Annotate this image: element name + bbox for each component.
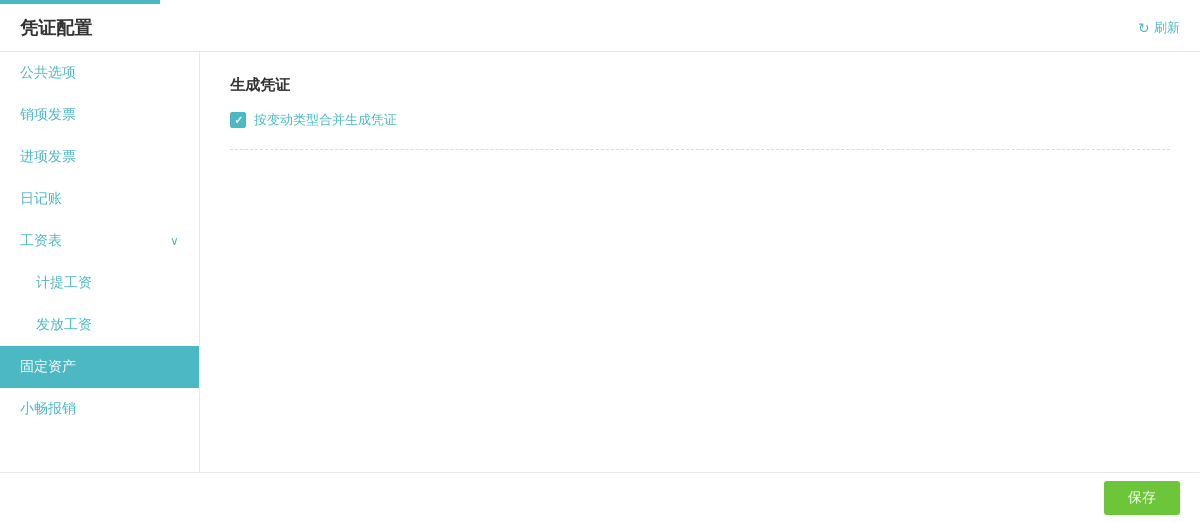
- sidebar-item-label: 公共选项: [20, 64, 76, 82]
- sidebar-item-label: 日记账: [20, 190, 62, 208]
- sidebar-item-journal[interactable]: 日记账: [0, 178, 199, 220]
- sidebar-item-label: 计提工资: [36, 274, 92, 292]
- top-progress-bar: [0, 0, 1200, 4]
- section-title: 生成凭证: [230, 76, 1170, 95]
- sidebar-item-label: 固定资产: [20, 358, 76, 376]
- sidebar-item-label: 工资表: [20, 232, 62, 250]
- chevron-down-icon: ∨: [170, 234, 179, 248]
- sidebar-item-sales-invoice[interactable]: 销项发票: [0, 94, 199, 136]
- save-button[interactable]: 保存: [1104, 481, 1180, 515]
- content-area: 生成凭证 按变动类型合并生成凭证: [200, 52, 1200, 472]
- sidebar-item-label: 发放工资: [36, 316, 92, 334]
- refresh-button[interactable]: ↻ 刷新: [1138, 19, 1180, 37]
- refresh-label: 刷新: [1154, 19, 1180, 37]
- merge-by-type-checkbox[interactable]: [230, 112, 246, 128]
- sidebar-item-fixed-assets[interactable]: 固定资产: [0, 346, 199, 388]
- sidebar-item-payroll-table[interactable]: 工资表 ∨: [0, 220, 199, 262]
- checkbox-row: 按变动类型合并生成凭证: [230, 111, 1170, 129]
- sidebar-item-public-options[interactable]: 公共选项: [0, 52, 199, 94]
- sidebar-item-label: 进项发票: [20, 148, 76, 166]
- sidebar-item-label: 销项发票: [20, 106, 76, 124]
- sidebar: 公共选项 销项发票 进项发票 日记账 工资表 ∨ 计提工资 发放工资 固定资产 …: [0, 52, 200, 472]
- sidebar-item-pay-wages[interactable]: 发放工资: [0, 304, 199, 346]
- sidebar-item-expense-reimbursement[interactable]: 小畅报销: [0, 388, 199, 430]
- sidebar-item-label: 小畅报销: [20, 400, 76, 418]
- refresh-icon: ↻: [1138, 20, 1150, 36]
- progress-indicator: [0, 0, 160, 4]
- checkbox-label: 按变动类型合并生成凭证: [254, 111, 397, 129]
- page-header: 凭证配置 ↻ 刷新: [0, 4, 1200, 52]
- page-title: 凭证配置: [20, 16, 92, 40]
- sidebar-item-accrued-wages[interactable]: 计提工资: [0, 262, 199, 304]
- page-footer: 保存: [0, 472, 1200, 522]
- sidebar-item-purchase-invoice[interactable]: 进项发票: [0, 136, 199, 178]
- main-content: 公共选项 销项发票 进项发票 日记账 工资表 ∨ 计提工资 发放工资 固定资产 …: [0, 52, 1200, 472]
- section-divider: [230, 149, 1170, 150]
